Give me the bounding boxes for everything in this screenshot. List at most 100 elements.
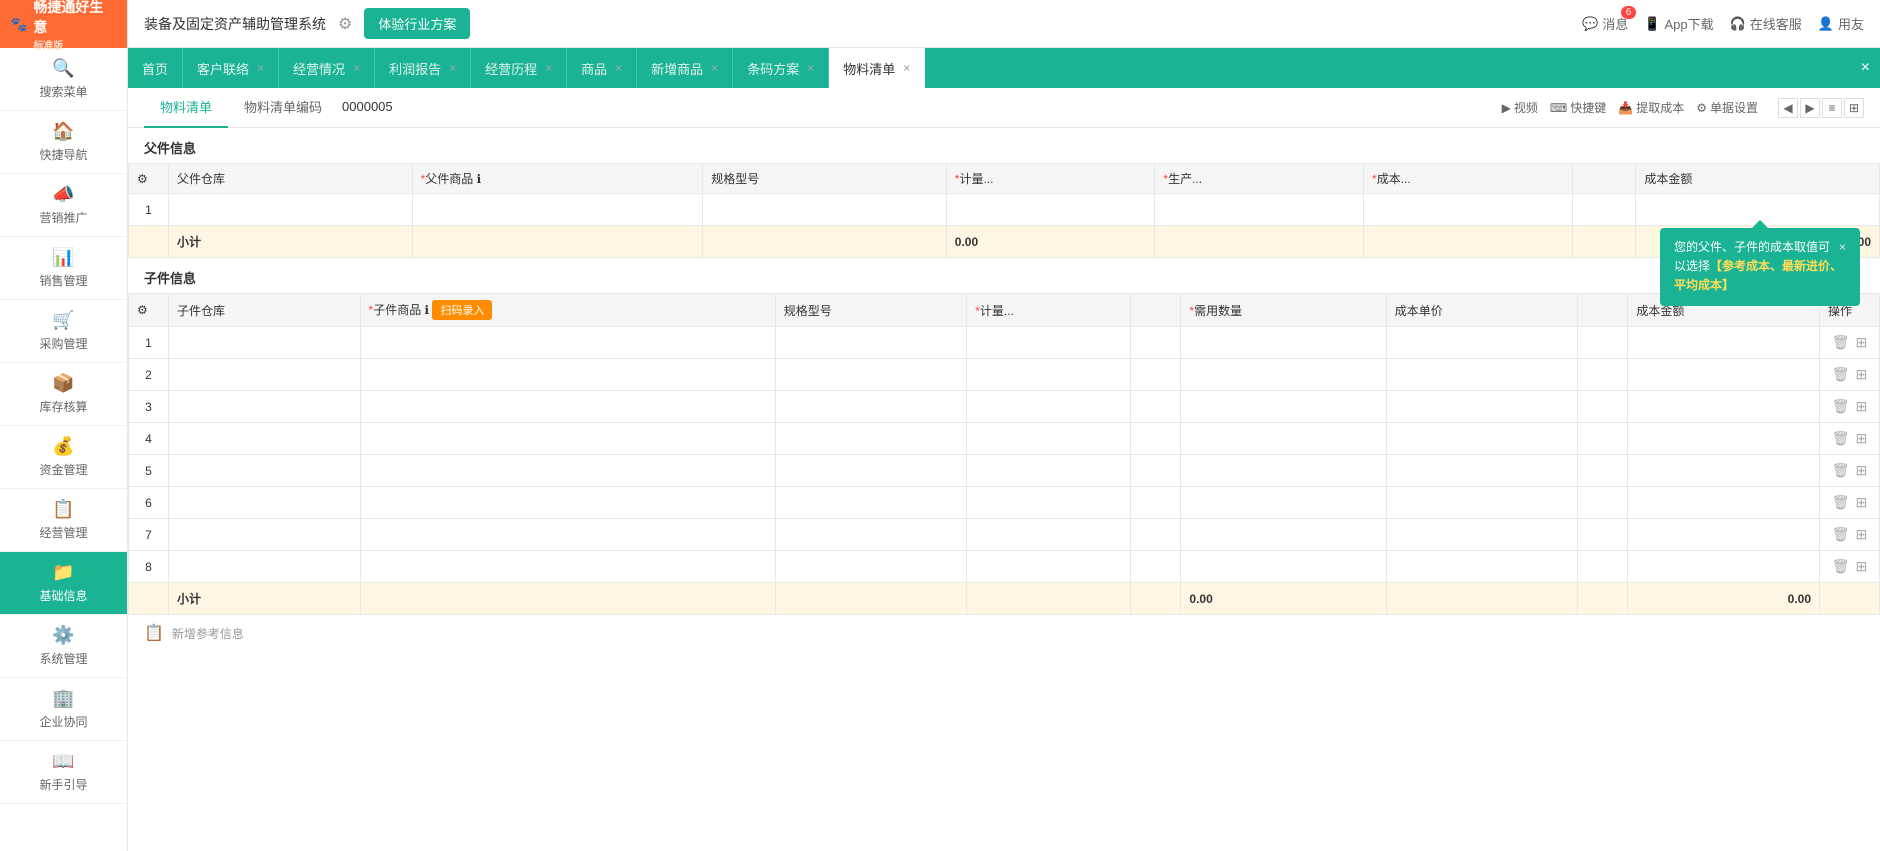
child-unit-cell[interactable] [967, 551, 1131, 583]
sidebar-item-quicknav[interactable]: 🏠 快捷导航 [0, 111, 127, 174]
sidebar-item-finance[interactable]: 💰 资金管理 [0, 426, 127, 489]
cost-cell[interactable] [1364, 194, 1573, 226]
unit-cost-cell[interactable] [1386, 455, 1578, 487]
child-warehouse-cell[interactable] [169, 327, 361, 359]
child-spec-cell[interactable] [775, 519, 967, 551]
subtab-bom[interactable]: 物料清单 [144, 88, 228, 128]
child-unit-cell[interactable] [967, 423, 1131, 455]
child-spec-cell[interactable] [775, 423, 967, 455]
child-unit-cell[interactable] [967, 391, 1131, 423]
unit-cost-cell[interactable] [1386, 519, 1578, 551]
subtab-bom-code[interactable]: 物料清单编码 0000005 [228, 88, 409, 128]
tab-close-icon[interactable]: × [257, 61, 264, 75]
tab-close-icon[interactable]: × [615, 61, 622, 75]
needed-qty-cell[interactable] [1181, 551, 1386, 583]
copy-icon[interactable]: ⊞ [1856, 526, 1868, 543]
unit-cost-cell[interactable] [1386, 551, 1578, 583]
th-settings-child[interactable]: ⚙ [129, 294, 169, 327]
tab-history[interactable]: 经营历程 × [471, 48, 567, 88]
child-goods-cell[interactable] [360, 391, 775, 423]
copy-icon[interactable]: ⊞ [1856, 398, 1868, 415]
sidebar-item-system[interactable]: ⚙️ 系统管理 [0, 615, 127, 678]
needed-qty-cell[interactable] [1181, 327, 1386, 359]
unit-cost-cell[interactable] [1386, 487, 1578, 519]
tab-close-icon[interactable]: × [903, 61, 910, 75]
copy-icon[interactable]: ⊞ [1856, 462, 1868, 479]
copy-icon[interactable]: ⊞ [1856, 558, 1868, 575]
online-service-button[interactable]: 🎧 在线客服 [1730, 14, 1802, 33]
delete-icon[interactable]: 🗑 [1832, 558, 1850, 575]
video-button[interactable]: ▶ 视频 [1502, 99, 1538, 116]
extract-cost-button[interactable]: 📥 提取成本 [1618, 99, 1684, 116]
needed-qty-cell[interactable] [1181, 391, 1386, 423]
tab-close-icon[interactable]: × [807, 61, 814, 75]
user-avatar[interactable]: 👤 用友 [1818, 14, 1864, 33]
tab-close-icon[interactable]: × [449, 61, 456, 75]
nav-prev-button[interactable]: ◀ [1778, 98, 1798, 118]
th-settings[interactable]: ⚙ [129, 164, 169, 194]
scan-button[interactable]: 扫码录入 [432, 300, 492, 320]
sidebar-item-newbie[interactable]: 📖 新手引导 [0, 741, 127, 804]
child-spec-cell[interactable] [775, 551, 967, 583]
child-unit-cell[interactable] [967, 519, 1131, 551]
app-download-button[interactable]: 📱 App下载 [1644, 14, 1713, 33]
unit-cost-cell[interactable] [1386, 423, 1578, 455]
child-unit-cell[interactable] [967, 327, 1131, 359]
shortcut-button[interactable]: ⌨ 快捷键 [1550, 99, 1606, 116]
copy-icon[interactable]: ⊞ [1856, 334, 1868, 351]
needed-qty-cell[interactable] [1181, 359, 1386, 391]
unit-cost-cell[interactable] [1386, 391, 1578, 423]
settings-icon[interactable]: ⚙ [338, 14, 352, 34]
child-warehouse-cell[interactable] [169, 551, 361, 583]
tab-goods[interactable]: 商品 × [567, 48, 637, 88]
sidebar-item-search[interactable]: 🔍 搜索菜单 [0, 48, 127, 111]
unit-cell[interactable] [946, 194, 1155, 226]
nav-expand-button[interactable]: ⊞ [1844, 98, 1864, 118]
trial-button[interactable]: 体验行业方案 [364, 8, 470, 39]
needed-qty-cell[interactable] [1181, 519, 1386, 551]
sidebar-item-purchase[interactable]: 🛒 采购管理 [0, 300, 127, 363]
sidebar-item-operations[interactable]: 📋 经营管理 [0, 489, 127, 552]
unit-cost-cell[interactable] [1386, 359, 1578, 391]
child-unit-cell[interactable] [967, 359, 1131, 391]
sidebar-item-enterprise[interactable]: 🏢 企业协同 [0, 678, 127, 741]
child-goods-cell[interactable] [360, 551, 775, 583]
close-all-button[interactable]: × [1851, 59, 1880, 77]
spec-cell[interactable] [703, 194, 947, 226]
copy-icon[interactable]: ⊞ [1856, 494, 1868, 511]
doc-settings-button[interactable]: ⚙ 单据设置 [1696, 99, 1758, 116]
child-spec-cell[interactable] [775, 391, 967, 423]
delete-icon[interactable]: 🗑 [1832, 366, 1850, 383]
delete-icon[interactable]: 🗑 [1832, 398, 1850, 415]
unit-cost-cell[interactable] [1386, 327, 1578, 359]
tab-home[interactable]: 首页 [128, 48, 183, 88]
child-goods-cell[interactable] [360, 359, 775, 391]
child-warehouse-cell[interactable] [169, 487, 361, 519]
tab-ops[interactable]: 经营情况 × [279, 48, 375, 88]
tab-customer[interactable]: 客户联络 × [183, 48, 279, 88]
child-warehouse-cell[interactable] [169, 455, 361, 487]
delete-icon[interactable]: 🗑 [1832, 334, 1850, 351]
copy-icon[interactable]: ⊞ [1856, 366, 1868, 383]
parent-warehouse-cell[interactable] [169, 194, 413, 226]
tooltip-close-button[interactable]: × [1839, 238, 1846, 257]
needed-qty-cell[interactable] [1181, 487, 1386, 519]
message-button[interactable]: 💬 消息 6 [1582, 14, 1628, 33]
sidebar-item-marketing[interactable]: 📣 营销推广 [0, 174, 127, 237]
child-unit-cell[interactable] [967, 455, 1131, 487]
production-cell[interactable] [1155, 194, 1364, 226]
tab-bom[interactable]: 物料清单 × [829, 48, 925, 88]
delete-icon[interactable]: 🗑 [1832, 430, 1850, 447]
tab-newgoods[interactable]: 新增商品 × [637, 48, 733, 88]
child-goods-cell[interactable] [360, 519, 775, 551]
tab-profit[interactable]: 利润报告 × [375, 48, 471, 88]
child-warehouse-cell[interactable] [169, 423, 361, 455]
delete-icon[interactable]: 🗑 [1832, 526, 1850, 543]
sidebar-item-basic[interactable]: 📁 基础信息 [0, 552, 127, 615]
tab-close-icon[interactable]: × [711, 61, 718, 75]
needed-qty-cell[interactable] [1181, 455, 1386, 487]
tab-barcode[interactable]: 条码方案 × [733, 48, 829, 88]
child-goods-cell[interactable] [360, 327, 775, 359]
nav-menu-button[interactable]: ≡ [1822, 98, 1842, 118]
child-warehouse-cell[interactable] [169, 519, 361, 551]
